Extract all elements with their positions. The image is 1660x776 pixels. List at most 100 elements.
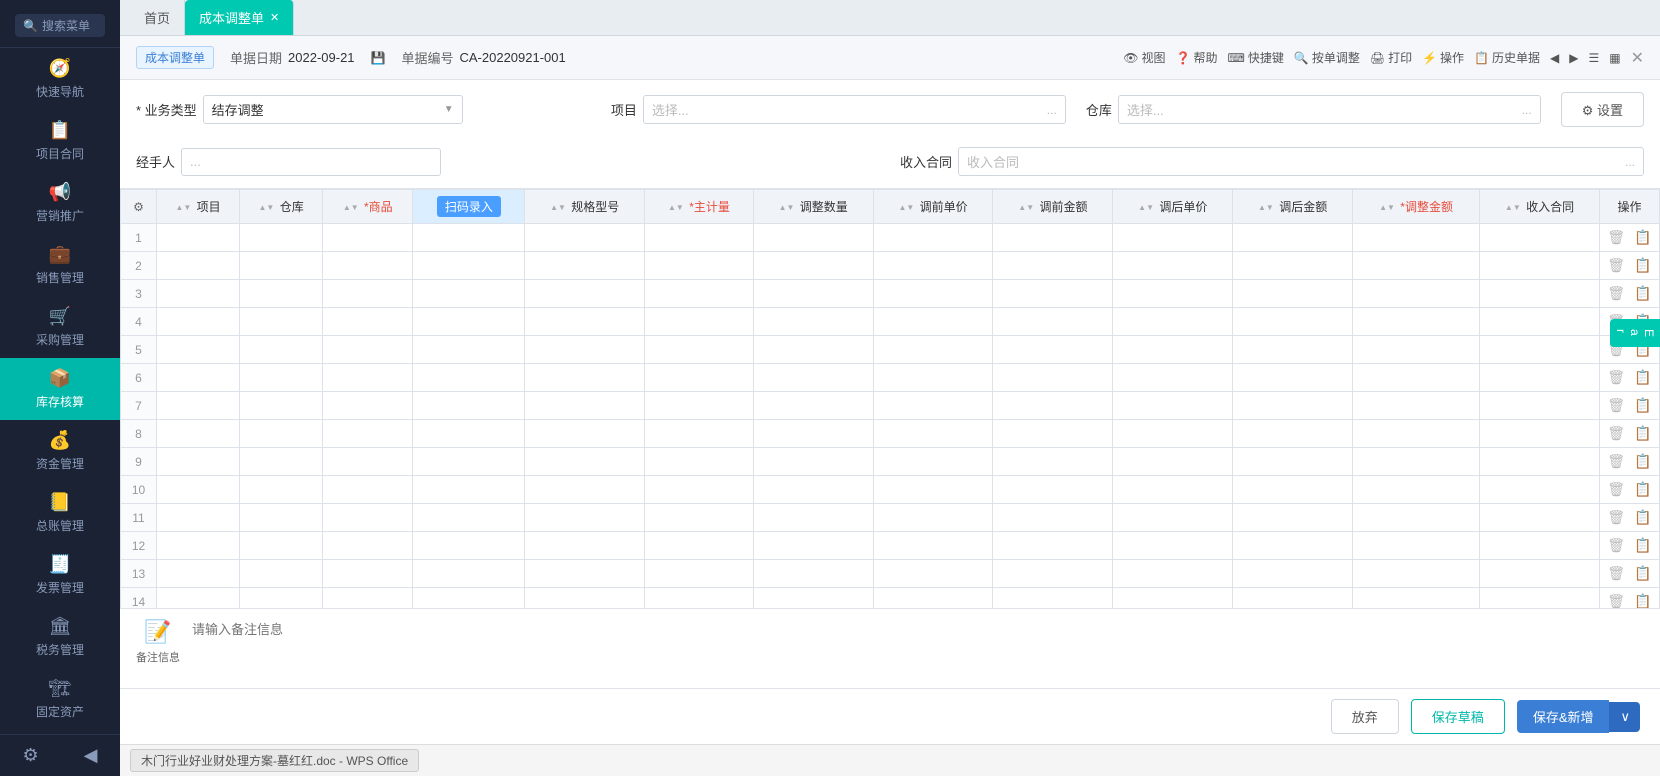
table-cell[interactable] xyxy=(645,280,754,308)
table-cell[interactable] xyxy=(157,532,240,560)
table-cell[interactable] xyxy=(240,560,323,588)
table-cell[interactable] xyxy=(525,392,645,420)
sidebar-item-sales-promotion[interactable]: 📢 营销推广 xyxy=(0,172,120,234)
table-cell[interactable] xyxy=(873,560,993,588)
table-cell[interactable] xyxy=(753,420,873,448)
table-cell[interactable] xyxy=(525,224,645,252)
table-cell[interactable] xyxy=(645,224,754,252)
col-scan-input[interactable]: 扫码录入 xyxy=(413,190,525,224)
table-cell[interactable] xyxy=(1353,224,1480,252)
table-cell[interactable] xyxy=(753,252,873,280)
warehouse-input[interactable]: 选择... ... xyxy=(1118,95,1541,124)
table-cell[interactable] xyxy=(753,308,873,336)
table-cell[interactable] xyxy=(993,392,1113,420)
table-cell[interactable] xyxy=(753,476,873,504)
table-cell[interactable] xyxy=(645,532,754,560)
table-cell[interactable] xyxy=(645,420,754,448)
delete-icon[interactable]: 🗑 xyxy=(1607,229,1625,245)
table-cell[interactable] xyxy=(525,252,645,280)
delete-icon[interactable]: 🗑 xyxy=(1607,593,1625,608)
sort-icon[interactable]: ▲▼ xyxy=(259,203,275,212)
copy-icon[interactable]: 📋 xyxy=(1634,565,1651,581)
table-cell[interactable] xyxy=(645,308,754,336)
table-cell[interactable] xyxy=(1480,252,1600,280)
table-cell[interactable] xyxy=(1480,588,1600,609)
table-cell[interactable] xyxy=(323,308,413,336)
table-cell[interactable] xyxy=(1480,392,1600,420)
copy-icon[interactable]: 📋 xyxy=(1634,425,1651,441)
table-cell[interactable] xyxy=(1233,420,1353,448)
table-cell[interactable] xyxy=(1233,224,1353,252)
history-btn[interactable]: 📋 历史单据 xyxy=(1474,49,1540,66)
copy-icon[interactable]: 📋 xyxy=(1634,285,1651,301)
table-cell[interactable] xyxy=(1353,308,1480,336)
table-cell[interactable] xyxy=(993,504,1113,532)
table-cell[interactable] xyxy=(1113,588,1233,609)
table-cell[interactable] xyxy=(873,364,993,392)
sort-icon[interactable]: ▲▼ xyxy=(343,203,359,212)
table-cell[interactable] xyxy=(753,532,873,560)
table-cell[interactable] xyxy=(1233,392,1353,420)
table-cell[interactable] xyxy=(1353,504,1480,532)
tab-home[interactable]: 首页 xyxy=(130,0,185,35)
sort-icon[interactable]: ▲▼ xyxy=(1018,203,1034,212)
table-cell[interactable] xyxy=(1113,532,1233,560)
table-cell[interactable] xyxy=(1113,224,1233,252)
table-cell[interactable] xyxy=(873,280,993,308)
right-edge-tab[interactable]: Ear xyxy=(1610,319,1660,347)
sort-icon[interactable]: ▲▼ xyxy=(550,203,566,212)
nav-next-btn[interactable]: ▶ xyxy=(1569,51,1578,65)
table-cell[interactable] xyxy=(645,392,754,420)
table-cell[interactable] xyxy=(873,336,993,364)
table-cell[interactable] xyxy=(240,252,323,280)
table-cell[interactable] xyxy=(873,476,993,504)
table-cell[interactable] xyxy=(1113,252,1233,280)
table-cell[interactable] xyxy=(645,504,754,532)
table-cell[interactable] xyxy=(1353,476,1480,504)
table-cell[interactable] xyxy=(993,224,1113,252)
table-cell[interactable] xyxy=(525,308,645,336)
table-cell[interactable] xyxy=(1480,476,1600,504)
table-cell[interactable] xyxy=(413,252,525,280)
table-cell[interactable] xyxy=(1233,504,1353,532)
table-cell[interactable] xyxy=(1480,448,1600,476)
sidebar-item-inventory-calc[interactable]: 📦 库存核算 xyxy=(0,358,120,420)
table-cell[interactable] xyxy=(157,448,240,476)
sort-icon[interactable]: ▲▼ xyxy=(779,203,795,212)
save-draft-button[interactable]: 保存草稿 xyxy=(1411,699,1505,734)
table-cell[interactable] xyxy=(413,392,525,420)
table-cell[interactable] xyxy=(873,448,993,476)
list-view-btn[interactable]: ☰ xyxy=(1588,51,1599,65)
copy-icon[interactable]: 📋 xyxy=(1634,397,1651,413)
sidebar-item-invoice-mgmt[interactable]: 🧾 发票管理 xyxy=(0,544,120,606)
copy-icon[interactable]: 📋 xyxy=(1634,509,1651,525)
table-cell[interactable] xyxy=(753,588,873,609)
copy-icon[interactable]: 📋 xyxy=(1634,481,1651,497)
table-cell[interactable] xyxy=(1480,280,1600,308)
table-cell[interactable] xyxy=(525,560,645,588)
table-cell[interactable] xyxy=(525,280,645,308)
table-cell[interactable] xyxy=(1353,448,1480,476)
table-cell[interactable] xyxy=(1353,420,1480,448)
sort-icon[interactable]: ▲▼ xyxy=(668,203,684,212)
table-cell[interactable] xyxy=(1480,364,1600,392)
table-cell[interactable] xyxy=(873,308,993,336)
table-cell[interactable] xyxy=(157,588,240,609)
table-cell[interactable] xyxy=(645,364,754,392)
tab-close-icon[interactable]: ✕ xyxy=(270,11,279,24)
table-cell[interactable] xyxy=(413,588,525,609)
table-cell[interactable] xyxy=(753,364,873,392)
table-cell[interactable] xyxy=(1233,448,1353,476)
sidebar-search[interactable]: 🔍 搜索菜单 xyxy=(0,8,120,48)
table-cell[interactable] xyxy=(1353,392,1480,420)
view-btn[interactable]: 👁 视图 xyxy=(1123,49,1165,66)
table-cell[interactable] xyxy=(1233,476,1353,504)
table-cell[interactable] xyxy=(993,588,1113,609)
project-input[interactable]: 选择... ... xyxy=(643,95,1066,124)
table-cell[interactable] xyxy=(1353,280,1480,308)
sidebar-item-purchase-mgmt[interactable]: 🛒 采购管理 xyxy=(0,296,120,358)
collapse-icon[interactable]: ◀ xyxy=(84,745,98,766)
table-cell[interactable] xyxy=(1113,280,1233,308)
table-cell[interactable] xyxy=(240,364,323,392)
print-btn[interactable]: 🖨 打印 xyxy=(1370,49,1412,66)
